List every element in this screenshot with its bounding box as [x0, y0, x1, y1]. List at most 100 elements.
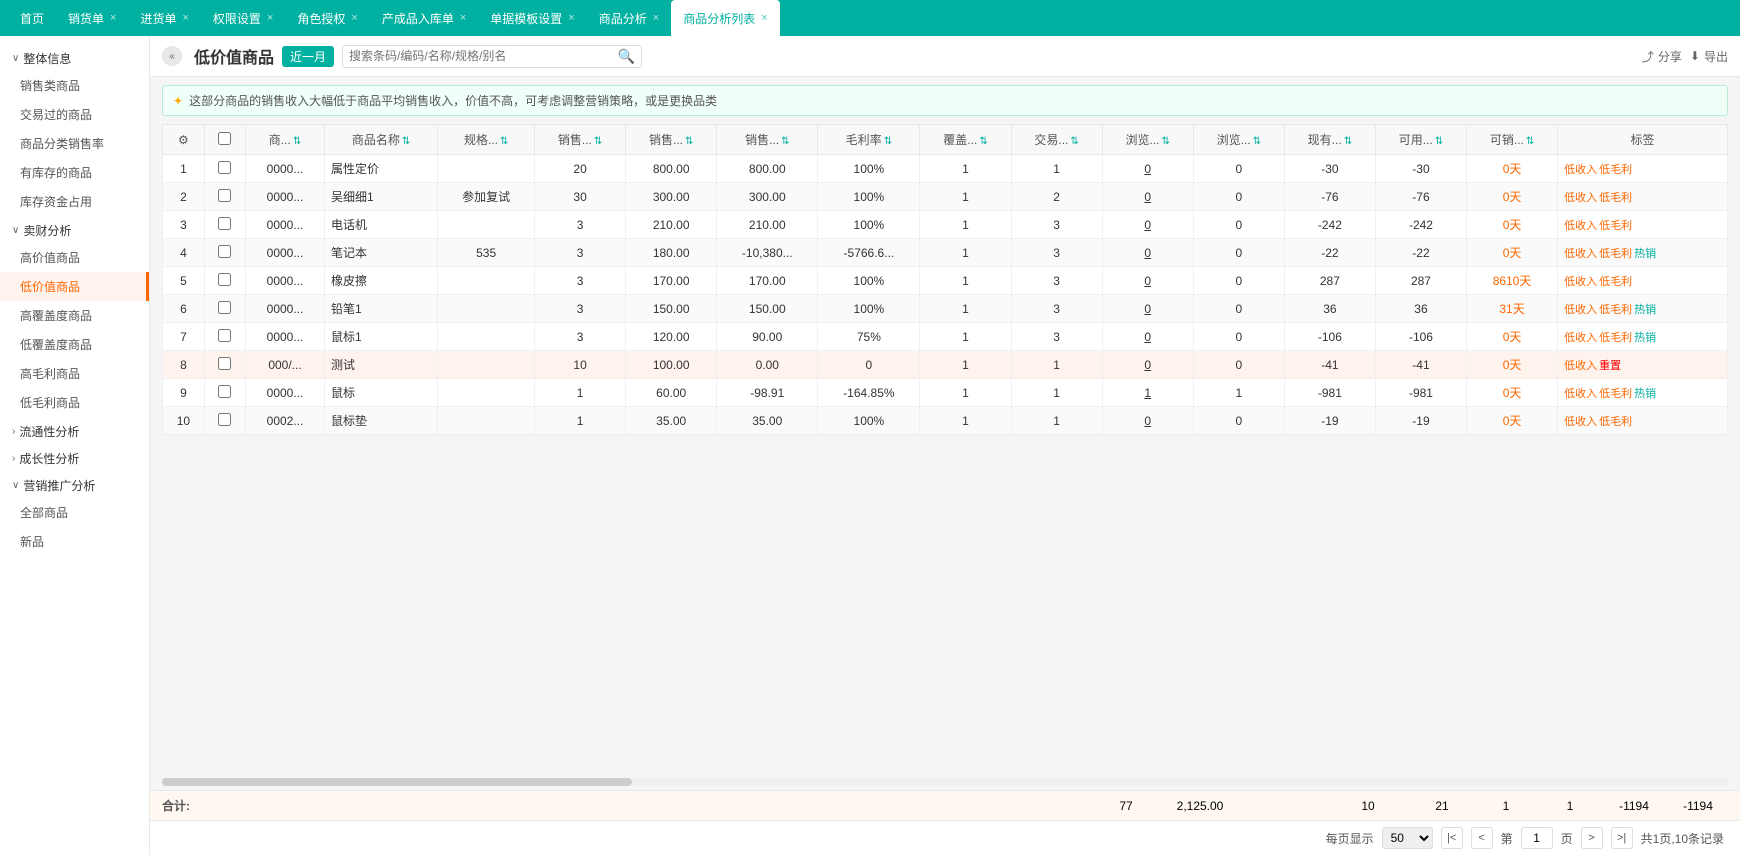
close-icon[interactable]: ×	[568, 12, 574, 24]
row-select-checkbox[interactable]	[218, 245, 231, 258]
view-count-link[interactable]: 0	[1144, 162, 1151, 176]
sidebar-item-low-coverage[interactable]: 低覆盖度商品	[0, 330, 149, 359]
sidebar-group-overall[interactable]: ∨ 整体信息	[0, 44, 149, 71]
row-select-checkbox[interactable]	[218, 189, 231, 202]
sidebar-group-financial[interactable]: ∨ 卖财分析	[0, 216, 149, 243]
row-select-checkbox[interactable]	[218, 301, 231, 314]
row-checkbox[interactable]	[204, 295, 245, 323]
col-rate[interactable]: 毛利率⇅	[818, 125, 920, 155]
row-select-checkbox[interactable]	[218, 161, 231, 174]
search-input[interactable]	[349, 49, 618, 63]
col-s1[interactable]: 销售...⇅	[535, 125, 626, 155]
export-button[interactable]: ⬇ 导出	[1690, 48, 1728, 65]
page-number-input[interactable]	[1521, 827, 1553, 849]
sidebar-item-category-sales-rate[interactable]: 商品分类销售率	[0, 129, 149, 158]
nav-product-storage[interactable]: 产成品入库单 ×	[370, 0, 478, 36]
view-count-link[interactable]: 0	[1144, 330, 1151, 344]
col-tags[interactable]: 标签	[1558, 125, 1728, 155]
first-page-button[interactable]: |<	[1441, 827, 1463, 849]
sidebar-item-stocked-goods[interactable]: 有库存的商品	[0, 158, 149, 187]
sidebar-item-low-value[interactable]: 低价值商品	[0, 272, 149, 301]
sidebar-item-all-goods[interactable]: 全部商品	[0, 498, 149, 527]
view-count-link[interactable]: 0	[1144, 190, 1151, 204]
sidebar-group-growth[interactable]: › 成长性分析	[0, 444, 149, 471]
col-code[interactable]: 商...⇅	[246, 125, 325, 155]
row-checkbox[interactable]	[204, 267, 245, 295]
date-filter-button[interactable]: 近一月	[282, 46, 334, 67]
nav-purchase-order[interactable]: 进货单 ×	[128, 0, 200, 36]
nav-home[interactable]: 首页	[8, 0, 56, 36]
row-checkbox[interactable]	[204, 323, 245, 351]
col-cover[interactable]: 覆盖...⇅	[920, 125, 1011, 155]
search-icon[interactable]: 🔍	[618, 48, 635, 65]
sidebar-item-traded-goods[interactable]: 交易过的商品	[0, 100, 149, 129]
nav-product-analysis[interactable]: 商品分析 ×	[587, 0, 671, 36]
col-view1[interactable]: 浏览...⇅	[1102, 125, 1193, 155]
row-select-checkbox[interactable]	[218, 273, 231, 286]
row-checkbox[interactable]	[204, 351, 245, 379]
close-icon[interactable]: ×	[761, 12, 767, 24]
scrollbar-thumb[interactable]	[162, 778, 632, 786]
sidebar-item-high-profit[interactable]: 高毛利商品	[0, 359, 149, 388]
col-s3[interactable]: 销售...⇅	[717, 125, 818, 155]
sidebar-item-inventory-capital[interactable]: 库存资金占用	[0, 187, 149, 216]
close-icon[interactable]: ×	[110, 12, 116, 24]
footer-trade-total: 21	[1412, 799, 1472, 813]
row-checkbox[interactable]	[204, 407, 245, 435]
horizontal-scrollbar[interactable]	[162, 778, 1728, 786]
collapse-sidebar-button[interactable]: «	[162, 46, 182, 66]
nav-permission-settings[interactable]: 权限设置 ×	[201, 0, 285, 36]
close-icon[interactable]: ×	[351, 12, 357, 24]
view-count-link[interactable]: 0	[1144, 358, 1151, 372]
row-select-checkbox[interactable]	[218, 329, 231, 342]
per-page-select[interactable]: 50 100	[1382, 827, 1433, 849]
sidebar-item-low-profit[interactable]: 低毛利商品	[0, 388, 149, 417]
col-settings[interactable]: ⚙	[163, 125, 205, 155]
select-all-checkbox[interactable]	[218, 132, 231, 145]
col-current-stock[interactable]: 现有...⇅	[1284, 125, 1375, 155]
row-select-checkbox[interactable]	[218, 385, 231, 398]
row-checkbox[interactable]	[204, 211, 245, 239]
nav-product-analysis-list[interactable]: 商品分析列表 ×	[671, 0, 779, 36]
row-select-checkbox[interactable]	[218, 217, 231, 230]
col-name[interactable]: 商品名称⇅	[324, 125, 437, 155]
view-count-link[interactable]: 0	[1144, 414, 1151, 428]
close-icon[interactable]: ×	[460, 12, 466, 24]
col-sellable[interactable]: 可销...⇅	[1467, 125, 1558, 155]
row-select-checkbox[interactable]	[218, 413, 231, 426]
share-button[interactable]: ⤴ 分享	[1642, 48, 1682, 65]
close-icon[interactable]: ×	[182, 12, 188, 24]
row-checkbox[interactable]	[204, 155, 245, 183]
sidebar-group-liquidity[interactable]: › 流通性分析	[0, 417, 149, 444]
view-count-link[interactable]: 1	[1144, 386, 1151, 400]
view-count-link[interactable]: 0	[1144, 302, 1151, 316]
sidebar-group-marketing[interactable]: ∨ 营销推广分析	[0, 471, 149, 498]
sidebar-item-sales-goods[interactable]: 销售类商品	[0, 71, 149, 100]
row-select-checkbox[interactable]	[218, 357, 231, 370]
nav-template-settings[interactable]: 单据模板设置 ×	[478, 0, 586, 36]
share-icon: ⤴	[1642, 48, 1654, 65]
row-checkbox[interactable]	[204, 379, 245, 407]
col-trade[interactable]: 交易...⇅	[1011, 125, 1102, 155]
close-icon[interactable]: ×	[267, 12, 273, 24]
col-s2[interactable]: 销售...⇅	[626, 125, 717, 155]
sidebar-item-high-value[interactable]: 高价值商品	[0, 243, 149, 272]
nav-sales-order[interactable]: 销货单 ×	[56, 0, 128, 36]
col-available[interactable]: 可用...⇅	[1375, 125, 1466, 155]
col-checkbox[interactable]	[204, 125, 245, 155]
sidebar-item-new-goods[interactable]: 新品	[0, 527, 149, 556]
view-count-link[interactable]: 0	[1144, 218, 1151, 232]
col-spec[interactable]: 规格...⇅	[438, 125, 535, 155]
last-page-button[interactable]: >|	[1611, 827, 1633, 849]
close-icon[interactable]: ×	[653, 12, 659, 24]
prev-page-button[interactable]: <	[1471, 827, 1493, 849]
row-checkbox[interactable]	[204, 239, 245, 267]
nav-role-auth[interactable]: 角色授权 ×	[285, 0, 369, 36]
view-count-link[interactable]: 0	[1144, 274, 1151, 288]
row-checkbox[interactable]	[204, 183, 245, 211]
view-count-link[interactable]: 0	[1144, 246, 1151, 260]
sidebar-item-high-coverage[interactable]: 高覆盖度商品	[0, 301, 149, 330]
col-view2[interactable]: 浏览...⇅	[1193, 125, 1284, 155]
table-row: 1 0000... 属性定价 20 800.00 800.00 100% 1 1…	[163, 155, 1728, 183]
next-page-button[interactable]: >	[1581, 827, 1603, 849]
